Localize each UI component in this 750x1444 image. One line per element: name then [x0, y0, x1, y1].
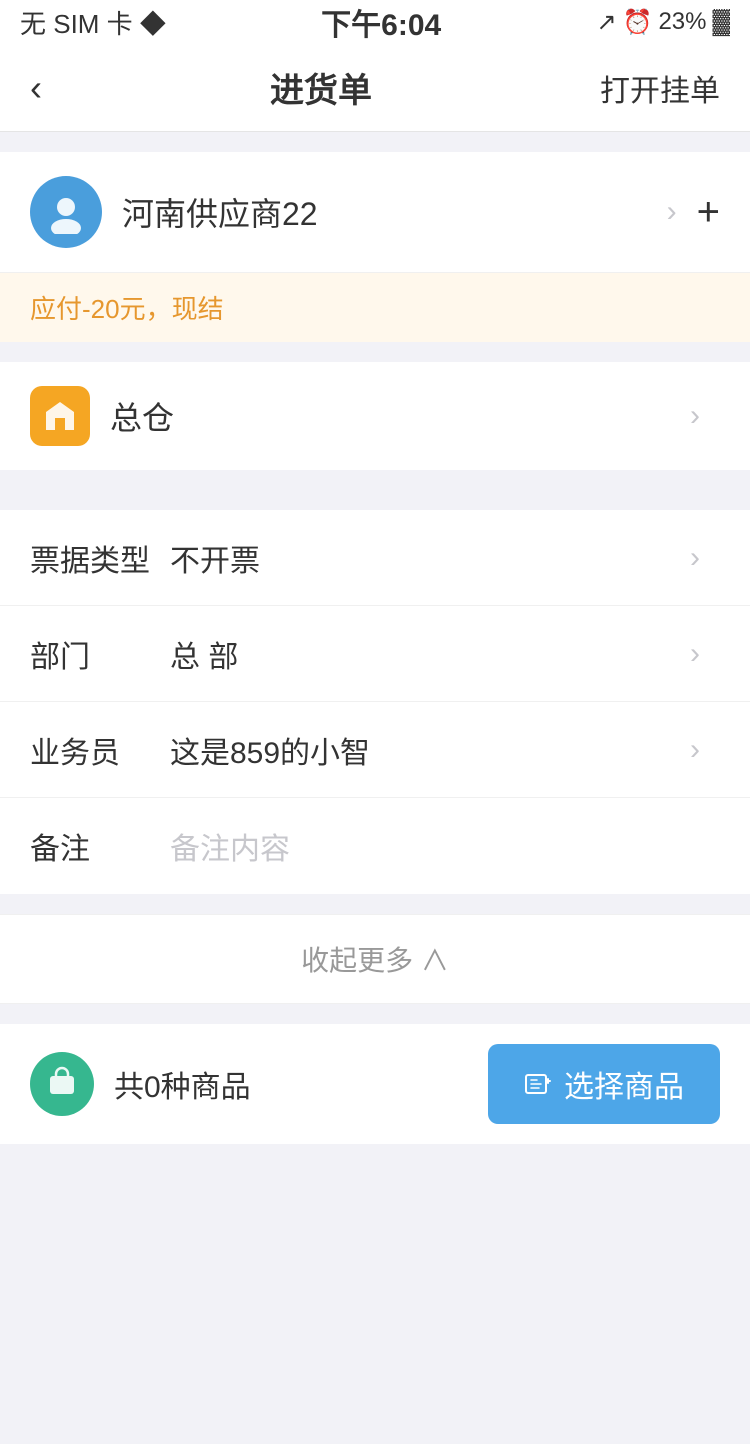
section-gap-1	[0, 132, 750, 152]
section-gap-3	[0, 470, 750, 490]
form-section: 票据类型 不开票 › 部门 总 部 › 业务员 这是859的小智 › 备注 备注…	[0, 510, 750, 894]
bottom-bar: 共0种商品 选择商品	[0, 1024, 750, 1144]
collapse-text: 收起更多 ∧	[301, 939, 449, 979]
remark-row[interactable]: 备注 备注内容	[0, 798, 750, 894]
invoice-type-value: 不开票	[170, 536, 690, 580]
location-icon: ↗	[596, 8, 616, 37]
nav-bar: ‹ 进货单 打开挂单	[0, 44, 750, 132]
status-left: 无 SIM 卡 ◆	[20, 4, 166, 41]
collapse-row[interactable]: 收起更多 ∧	[0, 914, 750, 1004]
status-bar: 无 SIM 卡 ◆ 下午6:04 ↗ ⏰ 23% ▓	[0, 0, 750, 44]
status-time: 下午6:04	[321, 0, 441, 44]
remark-label: 备注	[30, 824, 170, 868]
supplier-name: 河南供应商22	[122, 189, 667, 235]
page-title: 进货单	[270, 63, 372, 112]
warehouse-name: 总仓	[110, 393, 690, 439]
page-bottom	[0, 1144, 750, 1444]
supplier-section: 河南供应商22 › + 应付-20元，现结	[0, 152, 750, 342]
product-count: 共0种商品	[114, 1062, 488, 1106]
supplier-row[interactable]: 河南供应商22 › +	[0, 152, 750, 273]
warehouse-section: 总仓 ›	[0, 362, 750, 470]
product-icon	[30, 1052, 94, 1116]
department-row[interactable]: 部门 总 部 ›	[0, 606, 750, 702]
section-gap-2	[0, 342, 750, 362]
invoice-type-row[interactable]: 票据类型 不开票 ›	[0, 510, 750, 606]
salesperson-value: 这是859的小智	[170, 728, 690, 772]
warehouse-chevron-icon: ›	[690, 399, 700, 433]
select-product-button[interactable]: 选择商品	[488, 1044, 720, 1124]
salesperson-row[interactable]: 业务员 这是859的小智 ›	[0, 702, 750, 798]
department-label: 部门	[30, 632, 170, 676]
department-value: 总 部	[170, 632, 690, 676]
battery-level: 23%	[658, 8, 706, 36]
supplier-avatar	[30, 176, 102, 248]
warehouse-icon	[30, 386, 90, 446]
department-chevron-icon: ›	[690, 637, 700, 671]
supplier-chevron-icon: ›	[667, 195, 677, 229]
alarm-icon: ⏰	[623, 8, 653, 37]
salesperson-chevron-icon: ›	[690, 733, 700, 767]
invoice-type-chevron-icon: ›	[690, 541, 700, 575]
select-product-label: 选择商品	[564, 1062, 684, 1106]
notice-text: 应付-20元，现结	[30, 294, 224, 324]
notice-row: 应付-20元，现结	[0, 273, 750, 342]
open-pending-button[interactable]: 打开挂单	[600, 66, 720, 110]
sim-status: 无 SIM 卡 ◆	[20, 4, 166, 41]
status-right: ↗ ⏰ 23% ▓	[596, 8, 730, 37]
add-supplier-button[interactable]: +	[697, 190, 720, 235]
battery-icon: ▓	[713, 8, 731, 36]
invoice-type-label: 票据类型	[30, 536, 170, 580]
warehouse-row[interactable]: 总仓 ›	[0, 362, 750, 470]
remark-input[interactable]: 备注内容	[170, 824, 720, 868]
salesperson-label: 业务员	[30, 728, 170, 772]
back-button[interactable]: ‹	[30, 67, 42, 109]
